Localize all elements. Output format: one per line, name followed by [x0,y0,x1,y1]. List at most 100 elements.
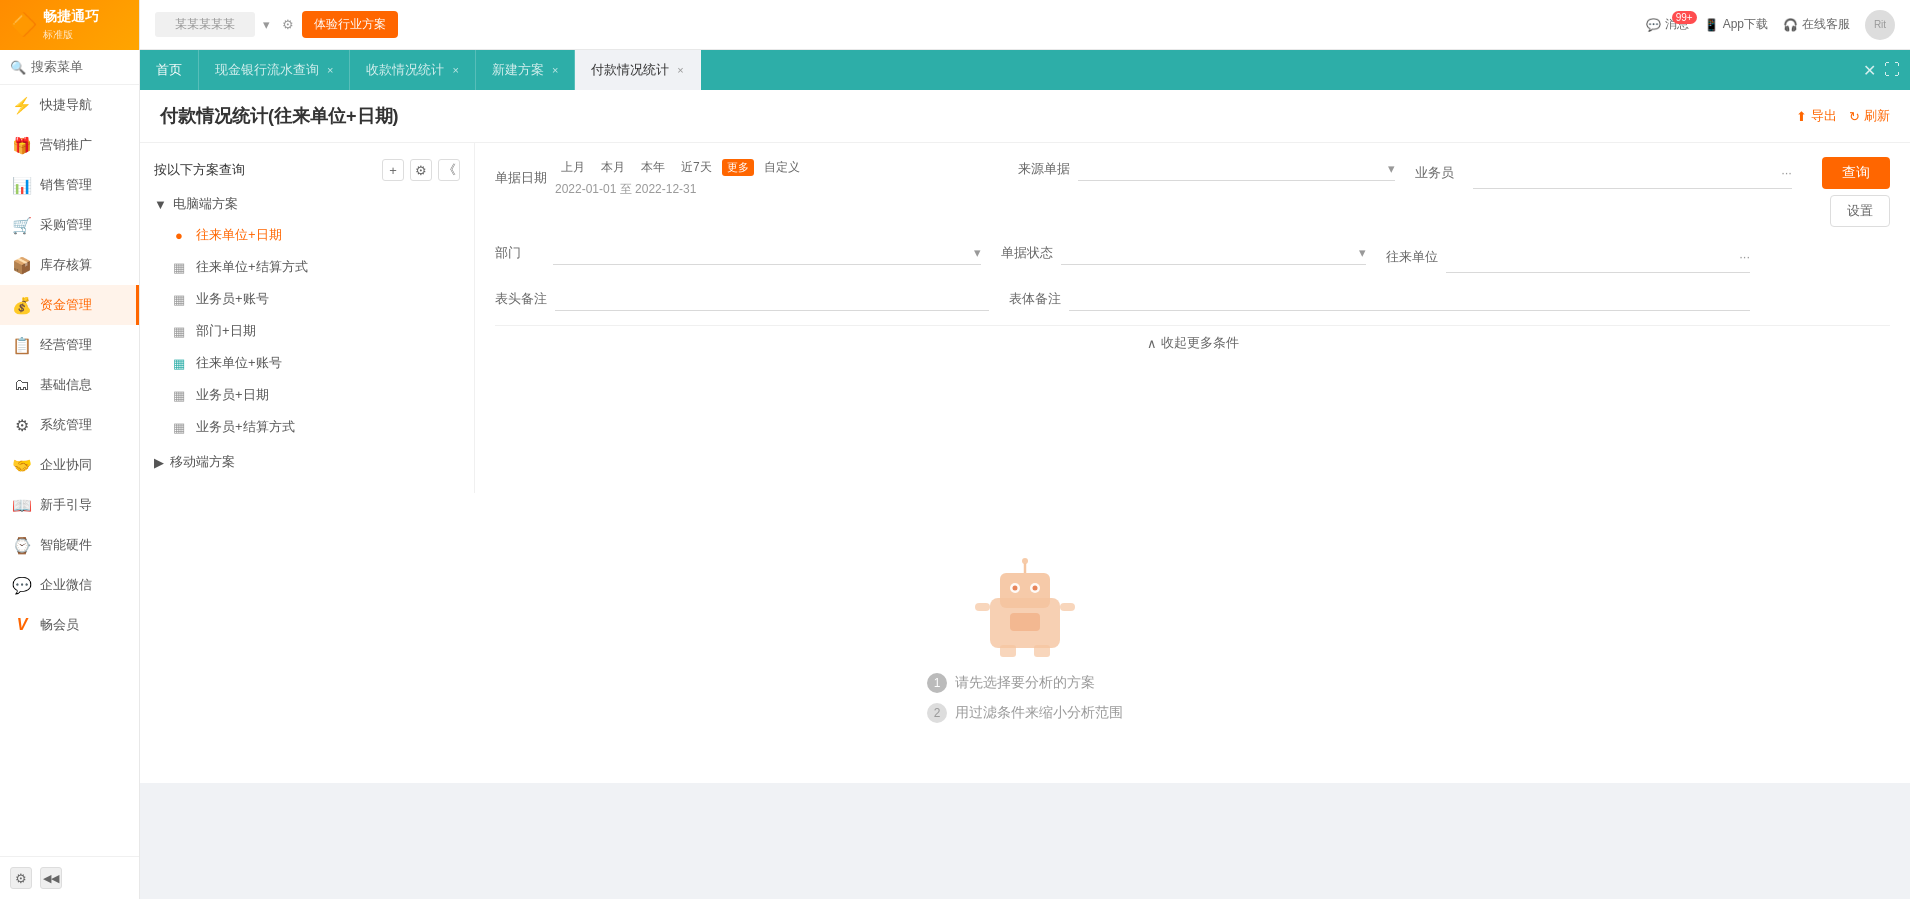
tab-receipt-stats-label: 收款情况统计 [366,61,444,79]
tab-home[interactable]: 首页 [140,50,199,90]
marketing-icon: 🎁 [12,135,32,155]
sidebar: 🔶 畅捷通巧 标准版 🔍 搜索菜单 ⚡ 快捷导航 🎁 营销推广 📊 销售管理 [0,0,140,899]
tab-close-all-btn[interactable]: ✕ [1863,61,1876,80]
sidebar-item-guide[interactable]: 📖 新手引导 [0,485,139,525]
tab-payment-stats[interactable]: 付款情况统计 × [575,50,700,90]
settings-icon[interactable]: ⚙ [282,17,294,32]
quick-nav-icon: ⚡ [12,95,32,115]
scheme-item-employee-payment[interactable]: ▦ 业务员+结算方式 [140,411,474,443]
sidebar-collapse-btn[interactable]: ◀◀ [40,867,62,889]
header-note-input[interactable] [555,287,989,311]
collapse-sidebar-arrow[interactable]: 《 [438,159,460,181]
date-btn-custom[interactable]: 自定义 [758,157,806,178]
tab-new-scheme-close[interactable]: × [552,64,558,76]
query-btn[interactable]: 查询 [1822,157,1890,189]
scheme-icon: ▦ [170,354,188,372]
header-note-label: 表头备注 [495,290,547,308]
dept-select[interactable] [553,241,981,265]
scheme-item-counterpart-account[interactable]: ▦ 往来单位+账号 [140,347,474,379]
counterpart-ellipsis[interactable]: ··· [1739,245,1750,268]
tab-receipt-stats[interactable]: 收款情况统计 × [350,50,475,90]
pc-scheme-group-header[interactable]: ▼ 电脑端方案 [140,189,474,219]
source-doc-label: 来源单据 [1018,160,1070,178]
date-label: 单据日期 [495,169,547,187]
tab-bank-flow[interactable]: 现金银行流水查询 × [199,50,350,90]
mobile-group-label: 移动端方案 [170,453,235,471]
body-note-field: 表体备注 [1009,287,1750,311]
date-btn-more[interactable]: 更多 [722,159,754,176]
tab-payment-stats-close[interactable]: × [677,64,683,76]
tab-receipt-stats-close[interactable]: × [452,64,458,76]
filter-row-1: 单据日期 上月 本月 本年 近7天 更多 自定义 [495,157,1890,227]
source-doc-select[interactable] [1078,157,1395,181]
collapse-conditions-btn[interactable]: ∧ 收起更多条件 [495,325,1890,352]
sidebar-item-basic-info[interactable]: 🗂 基础信息 [0,365,139,405]
tab-payment-stats-label: 付款情况统计 [591,61,669,79]
purchase-icon: 🛒 [12,215,32,235]
mobile-scheme-group-header[interactable]: ▶ 移动端方案 [140,447,474,477]
sidebar-item-system[interactable]: ⚙ 系统管理 [0,405,139,445]
svg-rect-10 [975,603,990,611]
sidebar-item-smart-hw[interactable]: ⌚ 智能硬件 [0,525,139,565]
app-download-btn[interactable]: 📱 App下载 [1704,16,1768,33]
tip-num-1: 1 [927,673,947,693]
date-field: 单据日期 上月 本月 本年 近7天 更多 自定义 [495,157,998,198]
inventory-icon: 📦 [12,255,32,275]
scheme-item-counterpart-payment[interactable]: ▦ 往来单位+结算方式 [140,251,474,283]
body-note-input[interactable] [1069,287,1750,311]
source-doc-field: 来源单据 [1018,157,1395,181]
scheme-item-employee-date[interactable]: ▦ 业务员+日期 [140,379,474,411]
sidebar-item-enterprise[interactable]: 🤝 企业协同 [0,445,139,485]
sidebar-item-label: 畅会员 [40,616,79,634]
tab-new-scheme[interactable]: 新建方案 × [476,50,575,90]
sales-icon: 📊 [12,175,32,195]
dropdown-icon[interactable]: ▾ [263,17,270,32]
search-menu[interactable]: 🔍 搜索菜单 [0,50,139,85]
app-download-label: App下载 [1723,16,1768,33]
scheme-item-employee-account[interactable]: ▦ 业务员+账号 [140,283,474,315]
scheme-item-counterpart-date[interactable]: ● 往来单位+日期 [140,219,474,251]
tip-1-text: 请先选择要分析的方案 [955,674,1095,692]
tip-num-2: 2 [927,703,947,723]
basic-info-icon: 🗂 [12,375,32,395]
sidebar-item-operation[interactable]: 📋 经营管理 [0,325,139,365]
salesperson-ellipsis[interactable]: ··· [1781,161,1792,184]
wechat-icon: 💬 [12,575,32,595]
export-label: 导出 [1811,107,1837,125]
filter-sidebar: 按以下方案查询 + ⚙ 《 ▼ 电脑端方案 [140,143,475,493]
search-icon: 🔍 [10,60,26,75]
tab-bank-flow-close[interactable]: × [327,64,333,76]
tab-bar: 首页 现金银行流水查询 × 收款情况统计 × 新建方案 × 付款情况统计 × ✕… [140,50,1910,90]
sidebar-item-sales[interactable]: 📊 销售管理 [0,165,139,205]
online-service-btn[interactable]: 🎧 在线客服 [1783,16,1850,33]
sidebar-item-quick-nav[interactable]: ⚡ 快捷导航 [0,85,139,125]
sidebar-item-vip[interactable]: V 畅会员 [0,605,139,645]
sidebar-item-purchase[interactable]: 🛒 采购管理 [0,205,139,245]
scheme-item-dept-date[interactable]: ▦ 部门+日期 [140,315,474,347]
scheme-settings-btn[interactable]: ⚙ [410,159,432,181]
date-btn-last-7-days[interactable]: 近7天 [675,157,718,178]
message-btn[interactable]: 💬 消息 99+ [1646,16,1689,33]
export-btn[interactable]: ⬆ 导出 [1796,107,1837,125]
pc-scheme-group: ▼ 电脑端方案 ● 往来单位+日期 ▦ 往来单位+结算方式 [140,189,474,443]
add-scheme-btn[interactable]: + [382,159,404,181]
sidebar-item-marketing[interactable]: 🎁 营销推广 [0,125,139,165]
date-btn-this-month[interactable]: 本月 [595,157,631,178]
sidebar-item-finance[interactable]: 💰 资金管理 [0,285,139,325]
sidebar-settings-btn[interactable]: ⚙ [10,867,32,889]
empty-tip-2: 2 用过滤条件来缩小分析范围 [927,703,1123,723]
search-menu-label: 搜索菜单 [31,58,83,76]
industry-btn[interactable]: 体验行业方案 [302,11,398,38]
settings-btn[interactable]: 设置 [1830,195,1890,227]
user-avatar[interactable]: Rit [1865,10,1895,40]
date-btn-last-month[interactable]: 上月 [555,157,591,178]
sidebar-item-wechat[interactable]: 💬 企业微信 [0,565,139,605]
refresh-btn[interactable]: ↻ 刷新 [1849,107,1890,125]
svg-rect-1 [1000,573,1050,608]
scheme-label: 往来单位+结算方式 [196,258,308,276]
doc-status-select[interactable] [1061,241,1366,265]
tab-maximize-btn[interactable]: ⛶ [1884,61,1900,79]
sidebar-item-inventory[interactable]: 📦 库存核算 [0,245,139,285]
date-btn-this-year[interactable]: 本年 [635,157,671,178]
svg-rect-9 [1034,645,1050,657]
